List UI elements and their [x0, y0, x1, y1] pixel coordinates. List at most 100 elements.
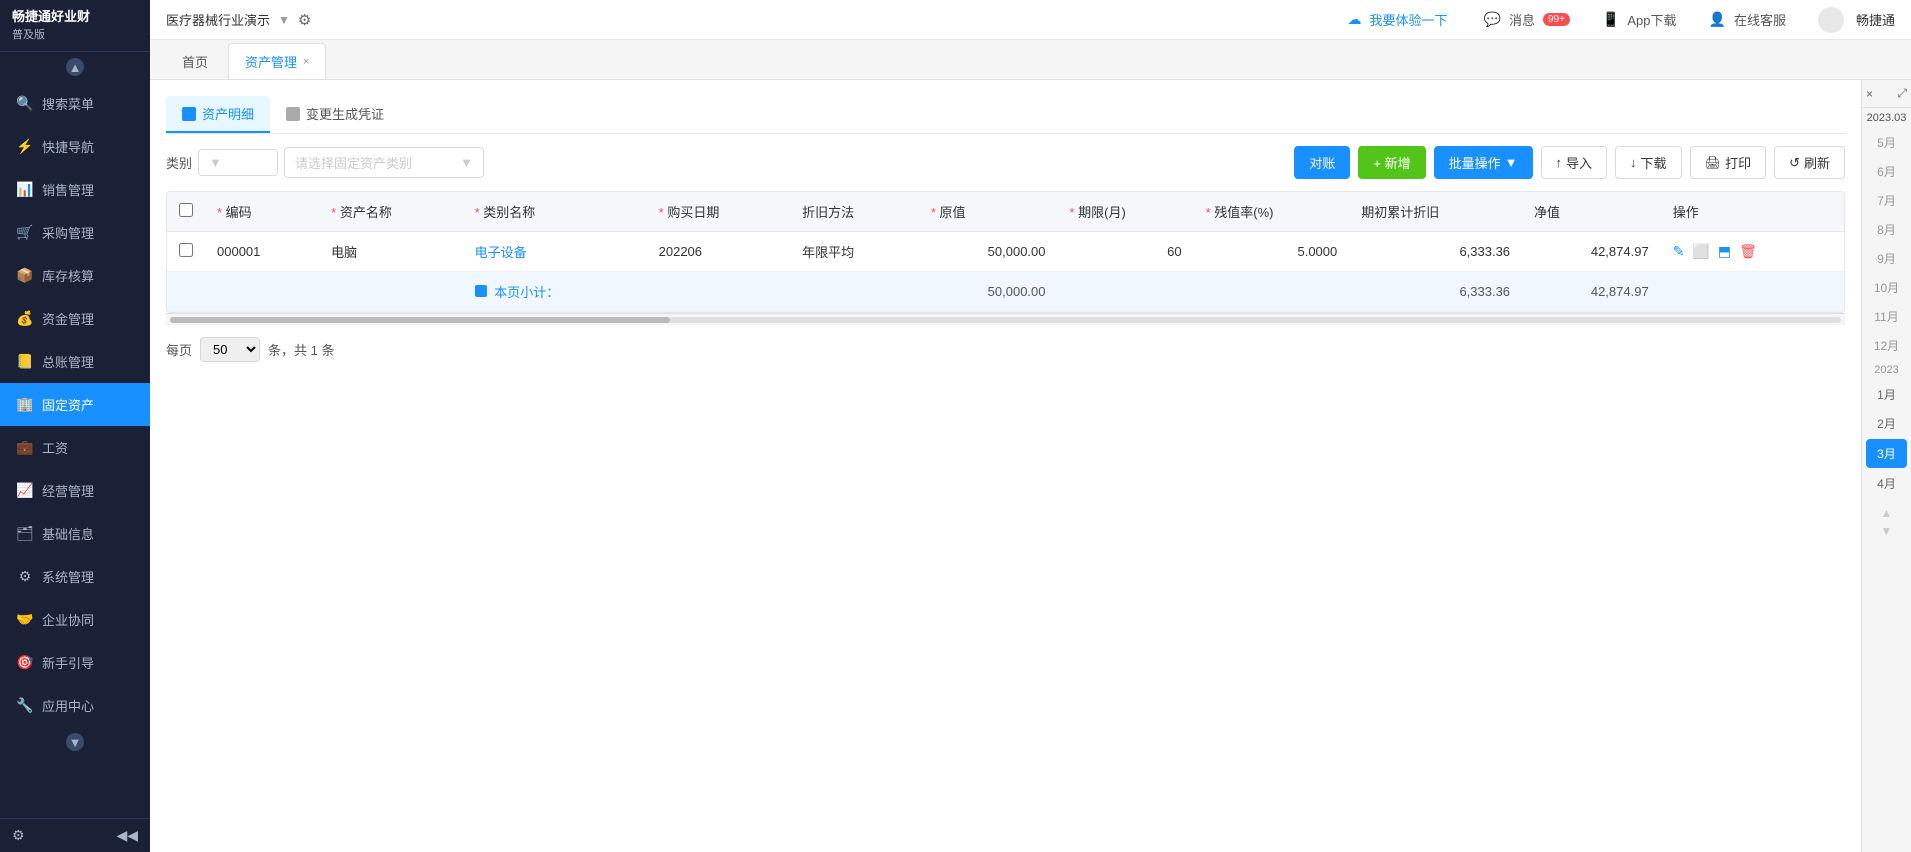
- category-select-arrow: ▼: [209, 155, 222, 170]
- sidebar-item-fund[interactable]: 💰 资金管理: [0, 297, 150, 340]
- import-button[interactable]: ↑ 导入: [1541, 146, 1608, 179]
- month-2-2023[interactable]: 2月: [1862, 409, 1911, 438]
- month-10[interactable]: 10月: [1862, 273, 1911, 302]
- sidebar-item-purchase[interactable]: 🛒 采购管理: [0, 211, 150, 254]
- right-panel-expand-icon[interactable]: ⤢: [1897, 86, 1907, 101]
- basic-info-icon: 🗂: [16, 525, 34, 543]
- newbie-icon: 🎯: [16, 654, 34, 672]
- month-8[interactable]: 8月: [1862, 215, 1911, 244]
- right-panel-months: 5月 6月 7月 8月 9月 10月 11月 12月 2023 1月 2月 3月…: [1862, 128, 1911, 498]
- horizontal-scrollbar[interactable]: [166, 313, 1845, 325]
- month-7[interactable]: 7月: [1862, 186, 1911, 215]
- message-label[interactable]: 消息: [1509, 10, 1535, 29]
- print-button[interactable]: 🖨 打印: [1690, 146, 1767, 179]
- action-icons: ✎ ⬜ ⬒ 🗑: [1673, 243, 1832, 260]
- scrollbar-thumb[interactable]: [170, 317, 670, 323]
- cell-depreciation-method: 年限平均: [790, 232, 919, 272]
- delete-icon[interactable]: 🗑: [1739, 243, 1757, 260]
- sub-tab-asset-detail[interactable]: 资产明细: [166, 96, 270, 133]
- sidebar-item-ledger[interactable]: 📒 总账管理: [0, 340, 150, 383]
- sidebar-item-system[interactable]: ⚙ 系统管理: [0, 555, 150, 598]
- scroll-down-arrow[interactable]: ▼: [66, 733, 84, 751]
- right-panel-close-icon[interactable]: ×: [1866, 87, 1873, 101]
- sidebar-item-newbie[interactable]: 🎯 新手引导: [0, 641, 150, 684]
- message-icon[interactable]: 💬: [1484, 11, 1501, 28]
- per-page-select[interactable]: 50 100 200: [200, 337, 260, 362]
- username-label[interactable]: 畅捷通: [1856, 10, 1895, 29]
- sidebar-item-label: 企业协同: [42, 610, 94, 629]
- refresh-button[interactable]: ↺ 刷新: [1774, 146, 1845, 179]
- month-5[interactable]: 5月: [1862, 128, 1911, 157]
- month-9[interactable]: 9月: [1862, 244, 1911, 273]
- settings-icon[interactable]: ⚙: [12, 827, 25, 844]
- filter-category-dropdown[interactable]: 请选择固定资产类别 ▼: [284, 147, 484, 178]
- sidebar-item-quick-nav[interactable]: ⚡ 快捷导航: [0, 125, 150, 168]
- month-3-current[interactable]: 3月: [1866, 439, 1907, 468]
- fund-icon: 💰: [16, 310, 34, 328]
- col-header-actions: 操作: [1661, 192, 1844, 232]
- tab-asset-management[interactable]: 资产管理 ×: [228, 43, 326, 79]
- new-label: + 新增: [1373, 153, 1410, 172]
- sidebar-item-search[interactable]: 🔍 搜索菜单: [0, 82, 150, 125]
- sub-tabs: 资产明细 变更生成凭证: [166, 96, 1845, 134]
- sidebar-item-inventory[interactable]: 📦 库存核算: [0, 254, 150, 297]
- scroll-up-arrow[interactable]: ▲: [66, 58, 84, 76]
- sidebar-item-operation[interactable]: 📈 经营管理: [0, 469, 150, 512]
- col-header-name: 资产名称: [319, 192, 462, 232]
- cell-term: 60: [1058, 232, 1194, 272]
- reconcile-button[interactable]: 对账: [1294, 146, 1350, 179]
- batch-ops-button[interactable]: 批量操作 ▼: [1434, 146, 1533, 179]
- table-header-row: 编码 资产名称 类别名称 购买日期 折旧方法 原值 期限(月) 残值率(%) 期…: [167, 192, 1844, 232]
- sidebar-item-label: 固定资产: [42, 395, 94, 414]
- app-download-label[interactable]: App下载: [1627, 10, 1676, 29]
- tab-close-icon[interactable]: ×: [303, 56, 309, 68]
- app-center-icon: 🔧: [16, 697, 34, 715]
- month-4-2023[interactable]: 4月: [1862, 469, 1911, 498]
- subtotal-net-value: 42,874.97: [1522, 272, 1661, 312]
- sales-icon: 📊: [16, 181, 34, 199]
- refresh-icon: ↺: [1789, 155, 1800, 171]
- collapse-icon[interactable]: ◀◀: [116, 827, 138, 844]
- settings-gear-icon[interactable]: ⚙: [298, 11, 311, 29]
- select-all-checkbox[interactable]: [179, 203, 193, 217]
- month-11[interactable]: 11月: [1862, 302, 1911, 331]
- col-header-category: 类别名称: [463, 192, 647, 232]
- online-service-label[interactable]: 在线客服: [1734, 10, 1786, 29]
- import-label: 导入: [1566, 153, 1592, 172]
- sub-tab-change-voucher[interactable]: 变更生成凭证: [270, 96, 400, 133]
- sidebar-item-salary[interactable]: 💼 工资: [0, 426, 150, 469]
- company-dropdown-icon[interactable]: ▼: [278, 13, 290, 27]
- message-badge: 99+: [1543, 13, 1570, 26]
- filter-category-select[interactable]: ▼: [198, 149, 278, 176]
- chevron-down-icon[interactable]: ▼: [1881, 524, 1893, 538]
- sidebar-item-basic-info[interactable]: 🗂 基础信息: [0, 512, 150, 555]
- sub-tab-label: 资产明细: [202, 104, 254, 123]
- sidebar-item-label: 搜索菜单: [42, 94, 94, 113]
- new-button[interactable]: + 新增: [1358, 146, 1425, 179]
- download-button[interactable]: ↓ 下载: [1615, 146, 1682, 179]
- cell-code: 000001: [205, 232, 319, 272]
- copy-icon[interactable]: ⬜: [1692, 243, 1709, 260]
- row-checkbox[interactable]: [179, 243, 193, 257]
- col-header-net-value: 净值: [1522, 192, 1661, 232]
- col-header-accumulated-depreciation: 期初累计折旧: [1349, 192, 1522, 232]
- chevron-up-icon[interactable]: ▲: [1881, 506, 1893, 520]
- month-6[interactable]: 6月: [1862, 157, 1911, 186]
- month-1-2023[interactable]: 1月: [1862, 380, 1911, 409]
- right-panel-header: × ⤢: [1862, 80, 1911, 108]
- sidebar-item-sales[interactable]: 📊 销售管理: [0, 168, 150, 211]
- avatar[interactable]: [1818, 7, 1844, 33]
- experience-icon: ☁: [1348, 11, 1362, 28]
- month-12[interactable]: 12月: [1862, 331, 1911, 360]
- sidebar-item-fixed-assets[interactable]: 🏢 固定资产: [0, 383, 150, 426]
- tab-home[interactable]: 首页: [166, 44, 224, 79]
- cell-purchase-date: 202206: [647, 232, 790, 272]
- experience-text[interactable]: 我要体验一下: [1370, 10, 1448, 29]
- sidebar-item-collab[interactable]: 🤝 企业协同: [0, 598, 150, 641]
- col-header-salvage-rate: 残值率(%): [1194, 192, 1350, 232]
- asset-data-table: 编码 资产名称 类别名称 购买日期 折旧方法 原值 期限(月) 残值率(%) 期…: [167, 192, 1844, 312]
- edit-icon[interactable]: ✎: [1673, 243, 1685, 260]
- search-icon: 🔍: [16, 95, 34, 113]
- more-icon[interactable]: ⬒: [1718, 243, 1731, 260]
- sidebar-item-app-center[interactable]: 🔧 应用中心: [0, 684, 150, 727]
